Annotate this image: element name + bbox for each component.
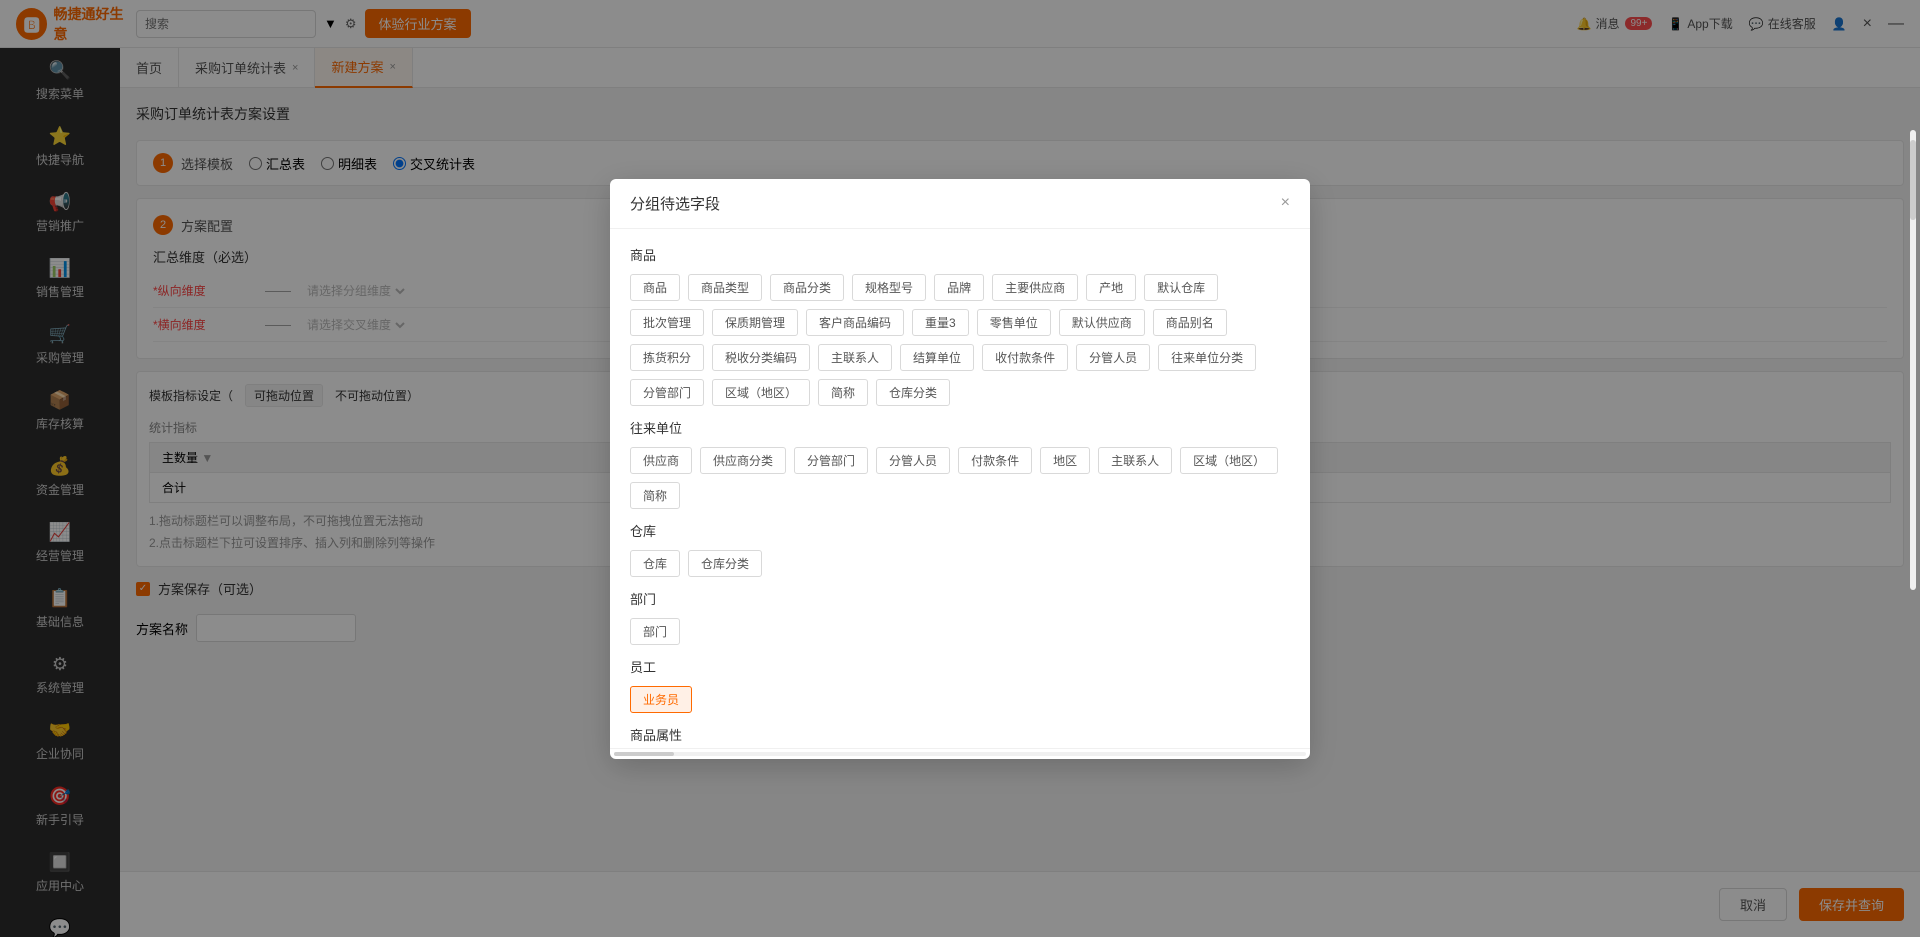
- field-tag[interactable]: 品牌: [934, 274, 984, 301]
- field-tag[interactable]: 供应商: [630, 447, 692, 474]
- hscroll-thumb[interactable]: [614, 752, 674, 756]
- section-product: 商品: [630, 245, 1290, 264]
- field-tag[interactable]: 商品类型: [688, 274, 762, 301]
- field-tag[interactable]: 产地: [1086, 274, 1136, 301]
- modal-title: 分组待选字段: [630, 193, 720, 214]
- dept-fields: 部门: [630, 618, 1290, 645]
- section-employee: 员工: [630, 657, 1290, 676]
- field-tag[interactable]: 保质期管理: [712, 309, 798, 336]
- field-tag[interactable]: 分管部门: [630, 379, 704, 406]
- field-tag[interactable]: 拣货积分: [630, 344, 704, 371]
- field-tag[interactable]: 往来单位分类: [1158, 344, 1256, 371]
- field-tag[interactable]: 客户商品编码: [806, 309, 904, 336]
- modal-dialog: 分组待选字段 × 商品 商品 商品类型 商品分类 规格型号 品牌 主要供应商 产…: [610, 179, 1310, 759]
- field-tag[interactable]: 部门: [630, 618, 680, 645]
- field-tag[interactable]: 主要供应商: [992, 274, 1078, 301]
- field-tag[interactable]: 仓库分类: [688, 550, 762, 577]
- field-tag[interactable]: 供应商分类: [700, 447, 786, 474]
- field-tag[interactable]: 默认供应商: [1059, 309, 1145, 336]
- field-tag[interactable]: 付款条件: [958, 447, 1032, 474]
- product-fields: 商品 商品类型 商品分类 规格型号 品牌 主要供应商 产地 默认仓库 批次管理 …: [630, 274, 1290, 406]
- field-tag[interactable]: 简称: [630, 482, 680, 509]
- field-tag[interactable]: 重量3: [912, 309, 969, 336]
- field-tag[interactable]: 默认仓库: [1144, 274, 1218, 301]
- field-tag[interactable]: 批次管理: [630, 309, 704, 336]
- hscroll-track: [614, 752, 1306, 756]
- field-tag[interactable]: 收付款条件: [982, 344, 1068, 371]
- field-tag[interactable]: 分管人员: [876, 447, 950, 474]
- field-tag[interactable]: 区域（地区）: [712, 379, 810, 406]
- section-dept: 部门: [630, 589, 1290, 608]
- section-product-attr: 商品属性: [630, 725, 1290, 744]
- field-tag[interactable]: 地区: [1040, 447, 1090, 474]
- field-tag[interactable]: 主联系人: [1098, 447, 1172, 474]
- field-tag[interactable]: 仓库分类: [876, 379, 950, 406]
- section-partner: 往来单位: [630, 418, 1290, 437]
- modal-overlay: 分组待选字段 × 商品 商品 商品类型 商品分类 规格型号 品牌 主要供应商 产…: [0, 0, 1920, 937]
- field-tag[interactable]: 分管部门: [794, 447, 868, 474]
- field-tag-selected[interactable]: 业务员: [630, 686, 692, 713]
- field-tag[interactable]: 结算单位: [900, 344, 974, 371]
- modal-body[interactable]: 商品 商品 商品类型 商品分类 规格型号 品牌 主要供应商 产地 默认仓库 批次…: [610, 229, 1310, 749]
- field-tag[interactable]: 商品分类: [770, 274, 844, 301]
- field-tag[interactable]: 区域（地区）: [1180, 447, 1278, 474]
- field-tag[interactable]: 税收分类编码: [712, 344, 810, 371]
- field-tag[interactable]: 简称: [818, 379, 868, 406]
- partner-fields: 供应商 供应商分类 分管部门 分管人员 付款条件 地区 主联系人 区域（地区） …: [630, 447, 1290, 509]
- modal-close-btn[interactable]: ×: [1281, 194, 1290, 212]
- field-tag[interactable]: 零售单位: [977, 309, 1051, 336]
- field-tag[interactable]: 仓库: [630, 550, 680, 577]
- section-warehouse: 仓库: [630, 521, 1290, 540]
- field-tag[interactable]: 主联系人: [818, 344, 892, 371]
- warehouse-fields: 仓库 仓库分类: [630, 550, 1290, 577]
- field-tag[interactable]: 规格型号: [852, 274, 926, 301]
- employee-fields: 业务员: [630, 686, 1290, 713]
- horizontal-scrollbar: [610, 748, 1310, 758]
- field-tag[interactable]: 商品别名: [1153, 309, 1227, 336]
- modal-header: 分组待选字段 ×: [610, 179, 1310, 229]
- field-tag[interactable]: 分管人员: [1076, 344, 1150, 371]
- field-tag[interactable]: 商品: [630, 274, 680, 301]
